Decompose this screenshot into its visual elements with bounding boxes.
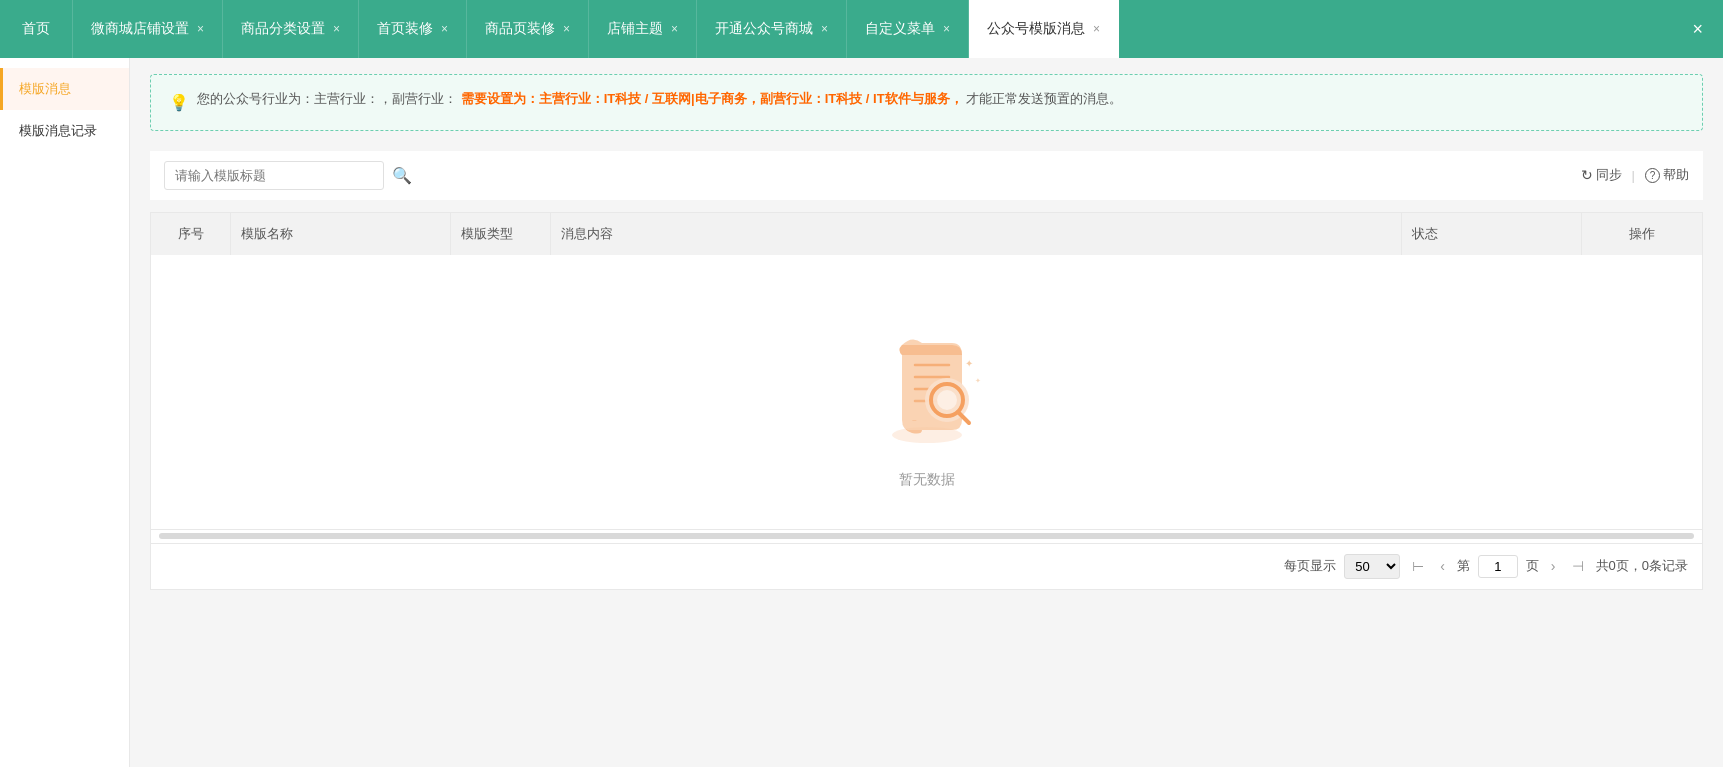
divider: |	[1632, 168, 1635, 183]
notice-suffix: 才能正常发送预置的消息。	[966, 91, 1122, 106]
tab-close-open-mall[interactable]: ×	[821, 23, 828, 35]
th-col-name: 模版名称	[231, 213, 451, 255]
main-layout: 模版消息模版消息记录 💡 您的公众号行业为：主营行业：，副营行业： 需要设置为：…	[0, 58, 1723, 767]
tab-home[interactable]: 首页	[0, 0, 73, 58]
th-col-status: 状态	[1402, 213, 1582, 255]
tab-label-category-settings: 商品分类设置	[241, 20, 325, 38]
tab-home-decor[interactable]: 首页装修 ×	[359, 0, 467, 58]
tab-product-decor[interactable]: 商品页装修 ×	[467, 0, 589, 58]
total-text: 共0页，0条记录	[1596, 557, 1688, 575]
tab-label-open-mall: 开通公众号商城	[715, 20, 813, 38]
scrollbar-area[interactable]	[150, 530, 1703, 544]
tab-close-category-settings[interactable]: ×	[333, 23, 340, 35]
prev-page-button[interactable]: ‹	[1436, 556, 1449, 576]
first-page-button[interactable]: ⊢	[1408, 556, 1428, 576]
tab-bar: 首页微商城店铺设置×商品分类设置×首页装修×商品页装修×店铺主题×开通公众号商城…	[0, 0, 1723, 58]
tab-close-template-msg[interactable]: ×	[1093, 23, 1100, 35]
tab-label-custom-menu: 自定义菜单	[865, 20, 935, 38]
notice-bold: 需要设置为：主营行业：IT科技 / 互联网|电子商务，副营行业：IT科技 / I…	[461, 91, 963, 106]
search-icon[interactable]: 🔍	[392, 166, 412, 185]
sidebar: 模版消息模版消息记录	[0, 58, 130, 767]
tab-close-wshop-settings[interactable]: ×	[197, 23, 204, 35]
search-input[interactable]	[164, 161, 384, 190]
tab-category-settings[interactable]: 商品分类设置 ×	[223, 0, 359, 58]
tab-label-home: 首页	[22, 20, 50, 38]
last-page-button[interactable]: ⊣	[1568, 556, 1588, 576]
empty-text: 暂无数据	[899, 471, 955, 489]
th-col-content: 消息内容	[551, 213, 1402, 255]
tab-close-home-decor[interactable]: ×	[441, 23, 448, 35]
help-label: 帮助	[1663, 166, 1689, 184]
pagination: 每页显示 50 20 100 ⊢ ‹ 第 页 › ⊣ 共0页，0条记录	[150, 544, 1703, 590]
th-col-type: 模版类型	[451, 213, 551, 255]
content-area: 💡 您的公众号行业为：主营行业：，副营行业： 需要设置为：主营行业：IT科技 /…	[130, 58, 1723, 767]
th-col-action: 操作	[1582, 213, 1702, 255]
page-input[interactable]	[1478, 555, 1518, 578]
empty-illustration: ✦ ✦ ~	[857, 315, 997, 455]
sync-button[interactable]: ↻ 同步	[1581, 166, 1622, 184]
tab-close-product-decor[interactable]: ×	[563, 23, 570, 35]
table-wrapper: 序号模版名称模版类型消息内容状态操作	[150, 212, 1703, 590]
svg-point-8	[937, 390, 957, 410]
tab-template-msg[interactable]: 公众号模版消息 ×	[969, 0, 1119, 58]
svg-text:~: ~	[912, 416, 917, 425]
table-header: 序号模版名称模版类型消息内容状态操作	[150, 212, 1703, 255]
sidebar-item-template-msg-log[interactable]: 模版消息记录	[0, 110, 129, 152]
notice-prefix: 您的公众号行业为：主营行业：，副营行业：	[197, 91, 457, 106]
tab-label-shop-theme: 店铺主题	[607, 20, 663, 38]
search-bar: 🔍 ↻ 同步 | ? 帮助	[150, 151, 1703, 200]
help-icon: ?	[1645, 168, 1660, 183]
tab-custom-menu[interactable]: 自定义菜单 ×	[847, 0, 969, 58]
page-size-select[interactable]: 50 20 100	[1344, 554, 1400, 579]
svg-text:✦: ✦	[965, 358, 973, 369]
tab-label-product-decor: 商品页装修	[485, 20, 555, 38]
scroll-track[interactable]	[159, 533, 1694, 539]
notice-text: 您的公众号行业为：主营行业：，副营行业： 需要设置为：主营行业：IT科技 / 互…	[197, 89, 1122, 110]
empty-state: ✦ ✦ ~ 暂无数据	[150, 255, 1703, 530]
search-right: ↻ 同步 | ? 帮助	[1581, 166, 1689, 184]
tab-close-shop-theme[interactable]: ×	[671, 23, 678, 35]
search-left: 🔍	[164, 161, 412, 190]
tab-label-template-msg: 公众号模版消息	[987, 20, 1085, 38]
tab-close-custom-menu[interactable]: ×	[943, 23, 950, 35]
sidebar-item-template-msg[interactable]: 模版消息	[0, 68, 129, 110]
sync-label: 同步	[1596, 166, 1622, 184]
page-unit: 页	[1526, 557, 1539, 575]
next-page-button[interactable]: ›	[1547, 556, 1560, 576]
global-close-button[interactable]: ×	[1672, 0, 1723, 58]
th-col-no: 序号	[151, 213, 231, 255]
tab-label-home-decor: 首页装修	[377, 20, 433, 38]
notice-box: 💡 您的公众号行业为：主营行业：，副营行业： 需要设置为：主营行业：IT科技 /…	[150, 74, 1703, 131]
page-size-label: 每页显示	[1284, 557, 1336, 575]
help-button[interactable]: ? 帮助	[1645, 166, 1689, 184]
tab-wshop-settings[interactable]: 微商城店铺设置 ×	[73, 0, 223, 58]
notice-icon: 💡	[169, 90, 189, 116]
refresh-icon: ↻	[1581, 167, 1593, 183]
tab-label-wshop-settings: 微商城店铺设置	[91, 20, 189, 38]
tab-open-mall[interactable]: 开通公众号商城 ×	[697, 0, 847, 58]
page-label: 第	[1457, 557, 1470, 575]
svg-text:✦: ✦	[975, 377, 981, 384]
tab-shop-theme[interactable]: 店铺主题 ×	[589, 0, 697, 58]
